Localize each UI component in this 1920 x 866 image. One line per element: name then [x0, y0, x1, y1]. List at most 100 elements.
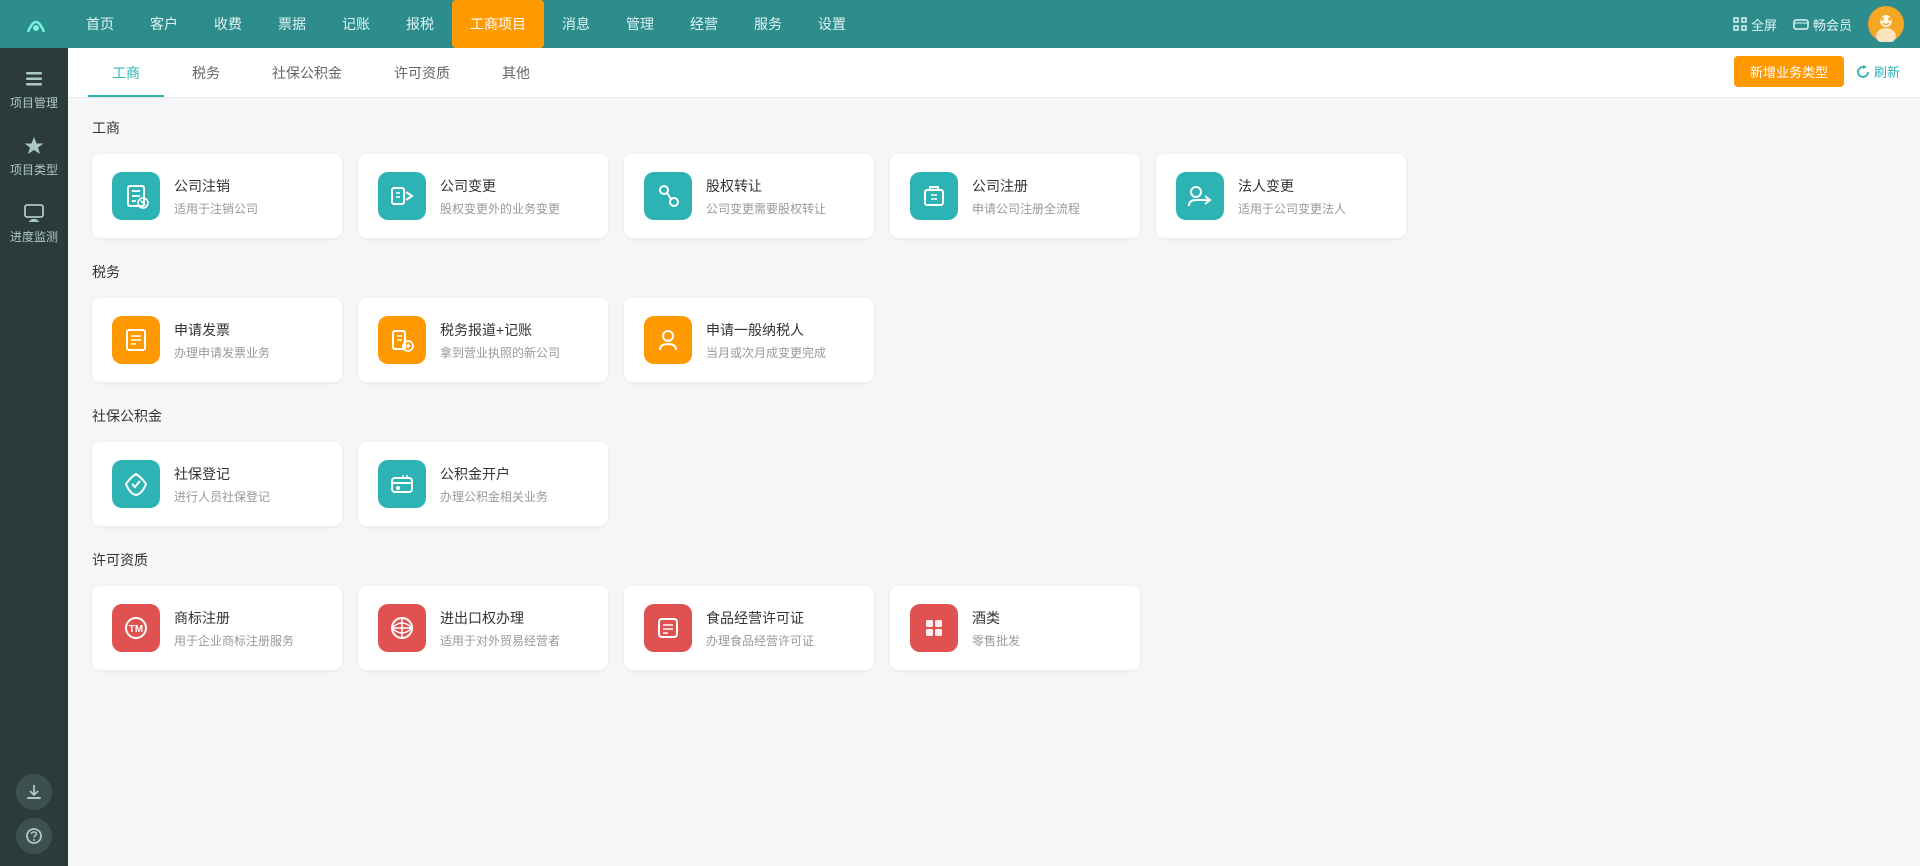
sidebar: 项目管理 项目类型 进度监测	[0, 48, 68, 866]
card-info: 公司注销适用于注销公司	[174, 176, 258, 217]
card-title: 公司变更	[440, 176, 560, 196]
nav-item-设置[interactable]: 设置	[800, 0, 864, 48]
download-icon	[25, 783, 43, 801]
service-card[interactable]: 社保登记进行人员社保登记	[92, 442, 342, 526]
service-card[interactable]: 公司变更股权变更外的业务变更	[358, 154, 608, 238]
tab-xuke[interactable]: 许可资质	[370, 51, 474, 97]
nav-item-记账[interactable]: 记账	[324, 0, 388, 48]
main-layout: 项目管理 项目类型 进度监测	[0, 48, 1920, 866]
service-card[interactable]: TM 商标注册用于企业商标注册服务	[92, 586, 342, 670]
tab-shuiwu[interactable]: 税务	[168, 51, 244, 97]
card-desc: 适用于注销公司	[174, 200, 258, 217]
section-title: 税务	[92, 262, 1896, 282]
sidebar-bottom	[16, 774, 52, 866]
service-card[interactable]: 税务报道+记账拿到营业执照的新公司	[358, 298, 608, 382]
user-avatar[interactable]	[1868, 6, 1904, 42]
card-info: 食品经营许可证办理食品经营许可证	[706, 608, 814, 649]
card-info: 股权转让公司变更需要股权转让	[706, 176, 826, 217]
monitor-icon	[23, 202, 45, 224]
nav-item-消息[interactable]: 消息	[544, 0, 608, 48]
tab-shebao[interactable]: 社保公积金	[248, 51, 366, 97]
app-logo	[16, 4, 56, 44]
refresh-button[interactable]: 刷新	[1856, 62, 1900, 81]
nav-item-首页[interactable]: 首页	[68, 0, 132, 48]
card-title: 股权转让	[706, 176, 826, 196]
scroll-content[interactable]: 工商公司注销适用于注销公司公司变更股权变更外的业务变更股权转让公司变更需要股权转…	[68, 98, 1920, 866]
service-card[interactable]: 公司注册申请公司注册全流程	[890, 154, 1140, 238]
card-title: 公司注销	[174, 176, 258, 196]
service-card[interactable]: 股权转让公司变更需要股权转让	[624, 154, 874, 238]
card-title: 公司注册	[972, 176, 1080, 196]
nav-item-收费[interactable]: 收费	[196, 0, 260, 48]
alcohol-icon	[910, 604, 958, 652]
card-desc: 办理食品经营许可证	[706, 632, 814, 649]
fund-account-icon	[378, 460, 426, 508]
service-card[interactable]: 酒类零售批发	[890, 586, 1140, 670]
card-title: 税务报道+记账	[440, 320, 560, 340]
cards-grid: 社保登记进行人员社保登记 公积金开户办理公积金相关业务	[92, 442, 1896, 526]
card-desc: 用于企业商标注册服务	[174, 632, 294, 649]
service-card[interactable]: 申请一般纳税人当月或次月成变更完成	[624, 298, 874, 382]
svg-text:TM: TM	[129, 624, 143, 635]
card-info: 公司注册申请公司注册全流程	[972, 176, 1080, 217]
card-title: 社保登记	[174, 464, 270, 484]
card-title: 申请一般纳税人	[706, 320, 826, 340]
vip-button[interactable]: 畅会员	[1793, 15, 1852, 34]
social-insurance-icon	[112, 460, 160, 508]
building-change-icon	[378, 172, 426, 220]
cards-grid: TM 商标注册用于企业商标注册服务 进出口权办理适用于对外贸易经营者 食品经营许可证办…	[92, 586, 1896, 670]
card-desc: 拿到营业执照的新公司	[440, 344, 560, 361]
nav-item-服务[interactable]: 服务	[736, 0, 800, 48]
nav-item-报税[interactable]: 报税	[388, 0, 452, 48]
invoice-icon	[112, 316, 160, 364]
card-title: 公积金开户	[440, 464, 548, 484]
building-reg-icon	[910, 172, 958, 220]
card-desc: 股权变更外的业务变更	[440, 200, 560, 217]
nav-menu: 首页客户收费票据记账报税工商项目消息管理经营服务设置	[68, 0, 1733, 48]
tab-gongshang[interactable]: 工商	[88, 51, 164, 97]
service-card[interactable]: 进出口权办理适用于对外贸易经营者	[358, 586, 608, 670]
building-cancel-icon	[112, 172, 160, 220]
card-desc: 适用于对外贸易经营者	[440, 632, 560, 649]
card-title: 法人变更	[1238, 176, 1346, 196]
nav-item-经营[interactable]: 经营	[672, 0, 736, 48]
card-info: 申请一般纳税人当月或次月成变更完成	[706, 320, 826, 361]
card-info: 申请发票办理申请发票业务	[174, 320, 270, 361]
cards-grid: 公司注销适用于注销公司公司变更股权变更外的业务变更股权转让公司变更需要股权转让公…	[92, 154, 1896, 238]
trademark-icon: TM	[112, 604, 160, 652]
card-desc: 适用于公司变更法人	[1238, 200, 1346, 217]
tab-qita[interactable]: 其他	[478, 51, 554, 97]
nav-item-管理[interactable]: 管理	[608, 0, 672, 48]
sidebar-item-project-management[interactable]: 项目管理	[0, 56, 68, 123]
fullscreen-button[interactable]: 全屏	[1733, 15, 1777, 34]
card-info: 公积金开户办理公积金相关业务	[440, 464, 548, 505]
nav-item-票据[interactable]: 票据	[260, 0, 324, 48]
help-icon-button[interactable]	[16, 818, 52, 854]
card-info: 法人变更适用于公司变更法人	[1238, 176, 1346, 217]
help-icon	[25, 827, 43, 845]
sidebar-item-project-type[interactable]: 项目类型	[0, 123, 68, 190]
card-info: 商标注册用于企业商标注册服务	[174, 608, 294, 649]
service-card[interactable]: 公司注销适用于注销公司	[92, 154, 342, 238]
service-card[interactable]: 法人变更适用于公司变更法人	[1156, 154, 1406, 238]
service-card[interactable]: 申请发票办理申请发票业务	[92, 298, 342, 382]
add-type-button[interactable]: 新增业务类型	[1734, 56, 1844, 87]
nav-item-客户[interactable]: 客户	[132, 0, 196, 48]
person-change-icon	[1176, 172, 1224, 220]
top-navigation: 首页客户收费票据记账报税工商项目消息管理经营服务设置 全屏 畅会员	[0, 0, 1920, 48]
card-desc: 申请公司注册全流程	[972, 200, 1080, 217]
card-desc: 公司变更需要股权转让	[706, 200, 826, 217]
download-icon-button[interactable]	[16, 774, 52, 810]
card-title: 食品经营许可证	[706, 608, 814, 628]
import-export-icon	[378, 604, 426, 652]
section-title: 许可资质	[92, 550, 1896, 570]
tax-report-icon	[378, 316, 426, 364]
service-card[interactable]: 食品经营许可证办理食品经营许可证	[624, 586, 874, 670]
card-desc: 办理公积金相关业务	[440, 488, 548, 505]
card-title: 商标注册	[174, 608, 294, 628]
card-desc: 当月或次月成变更完成	[706, 344, 826, 361]
nav-item-工商项目[interactable]: 工商项目	[452, 0, 544, 48]
content-area: 工商 税务 社保公积金 许可资质 其他 新增业务类型 刷新 工商公司注销适用于注…	[68, 48, 1920, 866]
sidebar-item-progress-monitor[interactable]: 进度监测	[0, 190, 68, 257]
service-card[interactable]: 公积金开户办理公积金相关业务	[358, 442, 608, 526]
